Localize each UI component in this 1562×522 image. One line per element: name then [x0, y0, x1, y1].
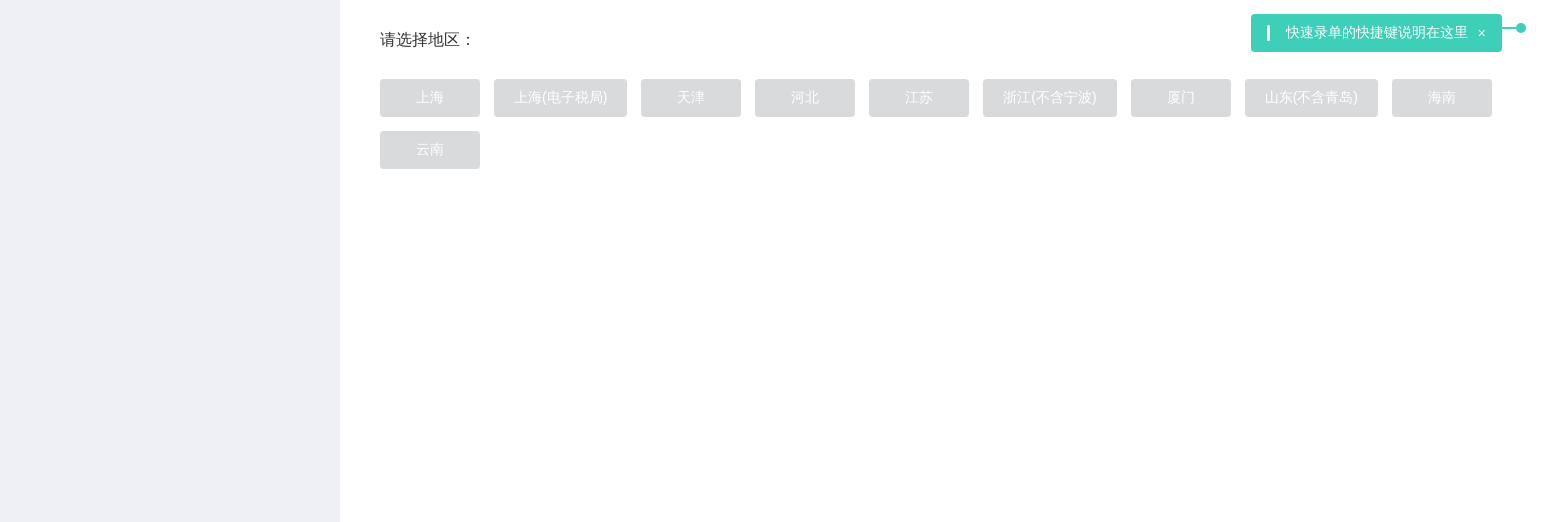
- region-btn-hainan[interactable]: 海南: [1392, 79, 1492, 117]
- region-btn-shandong[interactable]: 山东(不含青岛): [1245, 79, 1378, 117]
- region-btn-tianjin[interactable]: 天津: [641, 79, 741, 117]
- tooltip-close-button[interactable]: ×: [1478, 25, 1486, 41]
- region-btn-yunnan[interactable]: 云南: [380, 131, 480, 169]
- region-button-group: 上海上海(电子税局) 天津河北江苏浙江(不含宁波) 厦门山东(不含青岛) 海南云南: [380, 79, 1522, 169]
- tooltip-text: 快速录单的快捷键说明在这里: [1286, 24, 1468, 42]
- tooltip-connector-dot: [1516, 23, 1526, 33]
- sidebar: [0, 0, 340, 522]
- tooltip-bar: [1267, 25, 1270, 41]
- region-btn-shanghai-etax[interactable]: 上海(电子税局): [494, 79, 627, 117]
- region-btn-hebei[interactable]: 河北: [755, 79, 855, 117]
- tooltip-banner: 快速录单的快捷键说明在这里 ×: [1251, 14, 1502, 52]
- region-btn-zhejiang[interactable]: 浙江(不含宁波): [983, 79, 1116, 117]
- tooltip-connector-line: [1502, 27, 1516, 29]
- main-content: 请选择地区： 上海上海(电子税局)天津河北江苏浙江(不含宁波)厦门山东(不含青岛…: [340, 0, 1562, 522]
- region-btn-shanghai[interactable]: 上海: [380, 79, 480, 117]
- region-btn-jiangsu[interactable]: 江苏: [869, 79, 969, 117]
- region-btn-xiamen[interactable]: 厦门: [1131, 79, 1231, 117]
